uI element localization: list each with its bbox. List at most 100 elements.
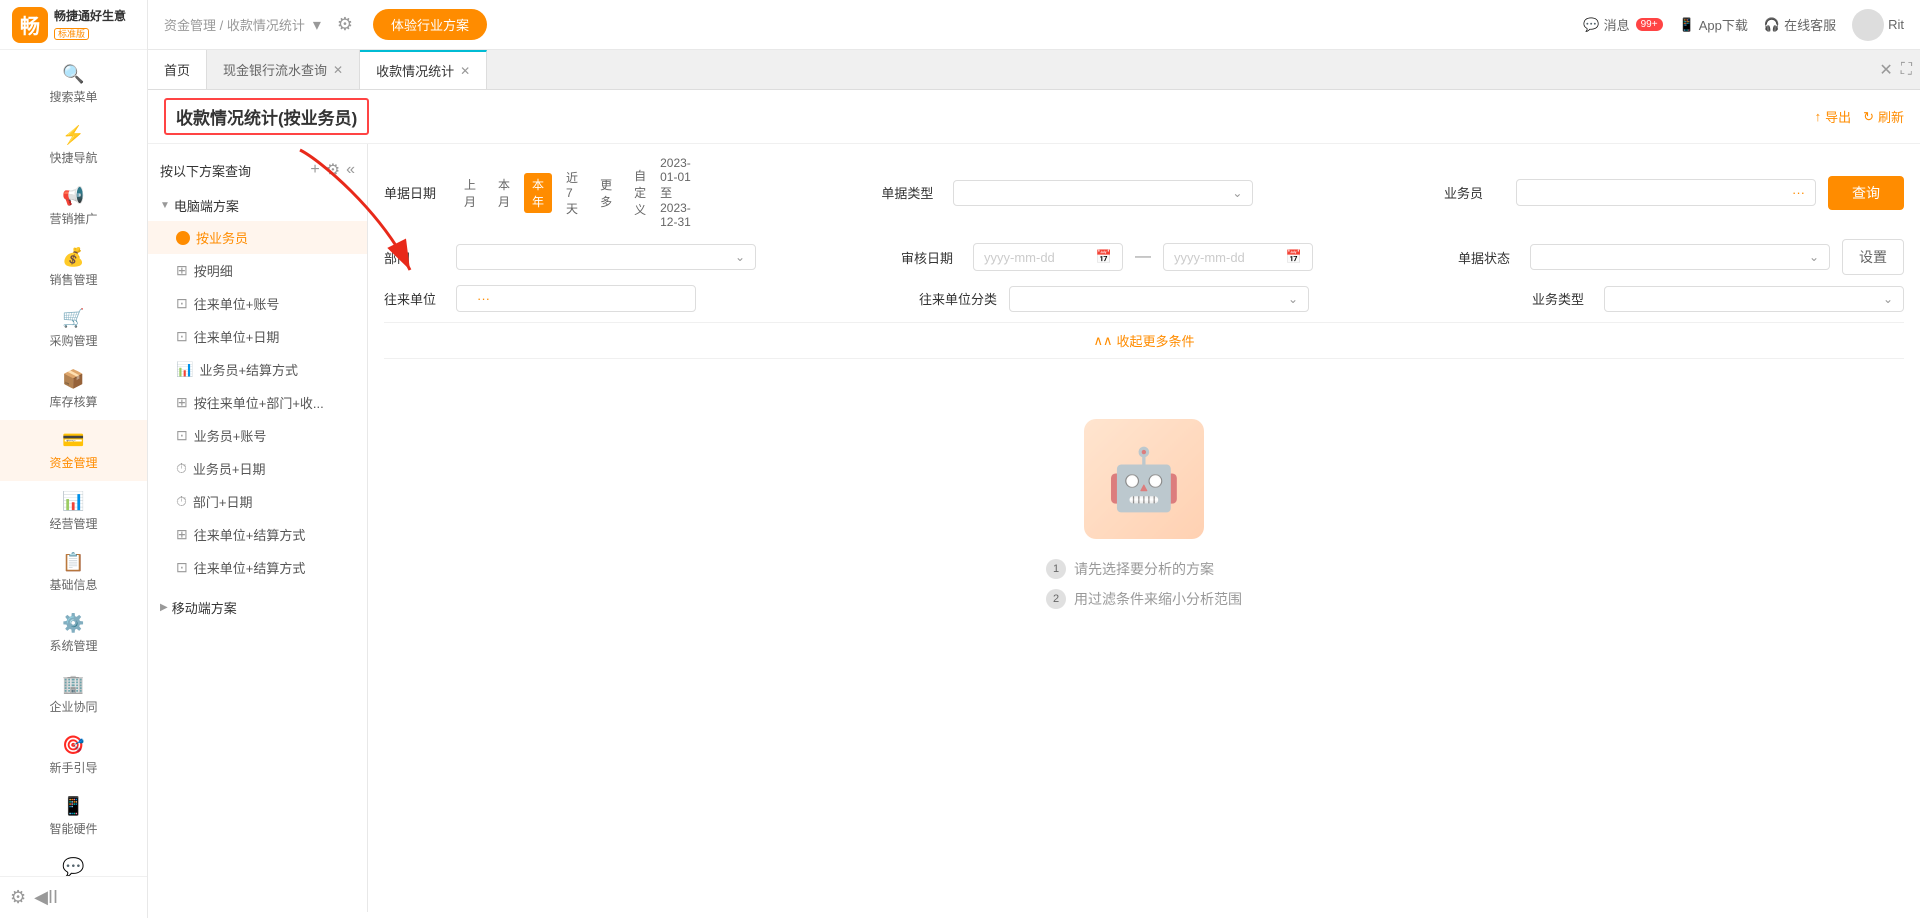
tree-item-dept-date[interactable]: ⏱ 部门+日期 — [148, 485, 367, 518]
sidebar-item-guide[interactable]: 🎯 新手引导 — [0, 725, 147, 786]
settings-scheme-icon[interactable]: ⚙ — [326, 160, 340, 180]
tree-item-salesperson-settlement[interactable]: 📊 业务员+结算方式 — [148, 353, 367, 386]
sidebar-settings-icon[interactable]: ⚙ — [10, 887, 26, 908]
tab-bank-flow-close[interactable]: ✕ — [333, 63, 343, 77]
customer-select[interactable]: ··· — [456, 285, 696, 312]
collapse-panel-icon[interactable]: « — [346, 161, 355, 179]
add-scheme-icon[interactable]: + — [310, 161, 319, 179]
review-date-from-input[interactable]: yyyy-mm-dd 📅 — [973, 243, 1123, 271]
tree-section-desktop: ▼ 电脑端方案 ↻ 按业务员 ⊞ 按明细 ⊡ 往来单位+账号 ⊡ 往来单位+ — [148, 186, 367, 588]
salesperson-date-label: 业务员+日期 — [193, 459, 266, 478]
sidebar-item-sales[interactable]: 💰 销售管理 — [0, 237, 147, 298]
shortcut-last-month[interactable]: 上月 — [456, 173, 484, 213]
tree-section-mobile-header[interactable]: ▶ 移动端方案 — [148, 592, 367, 623]
settings-button[interactable]: 设置 — [1842, 239, 1904, 275]
sidebar-item-inventory[interactable]: 📦 库存核算 — [0, 359, 147, 420]
customer-settlement2-icon: ⊞ — [176, 526, 188, 543]
tab-receipt-stats[interactable]: 收款情况统计 ✕ — [360, 50, 487, 89]
customer-type-select[interactable]: ⌄ — [1009, 286, 1309, 312]
sidebar-item-marketing[interactable]: 📢 营销推广 — [0, 176, 147, 237]
shortcut-more[interactable]: 更多 — [592, 173, 620, 213]
collapse-icon: ∧∧ — [1093, 333, 1112, 349]
salesperson-account-label: 业务员+账号 — [194, 426, 267, 445]
topbar-dropdown-icon[interactable]: ▾ — [313, 15, 321, 35]
salesperson-select[interactable]: ··· — [1516, 179, 1816, 206]
sidebar-item-label: 系统管理 — [49, 637, 97, 654]
sidebar-item-basic[interactable]: 📋 基础信息 — [0, 542, 147, 603]
tab-close-all-icon[interactable]: ✕ — [1879, 60, 1892, 80]
tree-item-customer-account[interactable]: ⊡ 往来单位+账号 — [148, 287, 367, 320]
sidebar-nav: 🔍 搜索菜单 ⚡ 快捷导航 📢 营销推广 💰 销售管理 🛒 采购管理 📦 库存核… — [0, 50, 147, 876]
calendar-icon-from: 📅 — [1096, 249, 1112, 265]
tab-bank-flow[interactable]: 现金银行流水查询 ✕ — [207, 50, 360, 89]
doc-status-select[interactable]: ⌄ — [1530, 244, 1830, 270]
topbar-breadcrumb: 资金管理 / 收款情况统计 — [164, 15, 305, 34]
tree-item-customer-date[interactable]: ⊡ 往来单位+日期 — [148, 320, 367, 353]
customer-more-icon[interactable]: ··· — [477, 291, 490, 306]
tree-item-customer-settlement2[interactable]: ⊞ 往来单位+结算方式 — [148, 518, 367, 551]
business-type-select[interactable]: ⌄ — [1604, 286, 1904, 312]
shortcut-this-year[interactable]: 本年 — [524, 173, 552, 213]
tree-section-mobile-label: 移动端方案 — [172, 598, 237, 617]
sidebar-item-operations[interactable]: 📊 经营管理 — [0, 481, 147, 542]
shortcut-this-month[interactable]: 本月 — [490, 173, 518, 213]
logo-icon: 畅 — [12, 7, 48, 43]
tree-item-by-detail[interactable]: ⊞ 按明细 — [148, 254, 367, 287]
topbar-settings-icon[interactable]: ⚙ — [337, 14, 353, 35]
export-button[interactable]: ↑ 导出 — [1815, 107, 1852, 126]
shortcut-7days[interactable]: 近7天 — [558, 166, 586, 220]
dept-select[interactable]: ⌄ — [456, 244, 756, 270]
filter-area: 单据日期 上月 本月 本年 近7天 更多 自定义 2023-01-01 至 20… — [384, 156, 1904, 359]
doc-status-chevron: ⌄ — [1809, 250, 1819, 264]
customer-account-icon: ⊡ — [176, 295, 188, 312]
by-salesperson-icon: ↻ — [176, 231, 190, 245]
user-avatar[interactable]: Rit — [1852, 9, 1904, 41]
messages-btn[interactable]: 💬 消息 99+ — [1583, 15, 1662, 34]
salesperson-more-icon[interactable]: ··· — [1792, 185, 1805, 200]
doc-type-label: 单据类型 — [881, 183, 941, 202]
sidebar-item-wechat[interactable]: 💬 企业微信 — [0, 847, 147, 876]
tree-item-salesperson-date[interactable]: ⏱ 业务员+日期 — [148, 452, 367, 485]
customer-account-label: 往来单位+账号 — [194, 294, 280, 313]
empty-steps-list: 1 请先选择要分析的方案 2 用过滤条件来缩小分析范围 — [1046, 559, 1242, 619]
trial-button[interactable]: 体验行业方案 — [373, 9, 487, 40]
system-icon: ⚙️ — [62, 613, 84, 634]
tree-arrow-desktop: ▼ — [160, 200, 170, 211]
collapse-bar[interactable]: ∧∧ 收起更多条件 — [384, 322, 1904, 358]
tab-home[interactable]: 首页 — [148, 50, 207, 89]
tree-section-desktop-header[interactable]: ▼ 电脑端方案 — [148, 190, 367, 221]
collapse-label: 收起更多条件 — [1117, 331, 1195, 350]
tree-item-salesperson-account[interactable]: ⊡ 业务员+账号 — [148, 419, 367, 452]
sidebar-item-hardware[interactable]: 📱 智能硬件 — [0, 786, 147, 847]
doc-type-select[interactable]: ⌄ — [953, 180, 1253, 206]
empty-robot-icon: 🤖 — [1084, 419, 1204, 539]
topbar-right: 💬 消息 99+ 📱 App下载 🎧 在线客服 Rit — [1583, 9, 1904, 41]
sidebar-item-label: 搜索菜单 — [49, 88, 97, 105]
online-service-btn[interactable]: 🎧 在线客服 — [1764, 15, 1836, 34]
sidebar-item-purchase[interactable]: 🛒 采购管理 — [0, 298, 147, 359]
sidebar-item-search-menu[interactable]: 🔍 搜索菜单 — [0, 54, 147, 115]
sidebar-collapse-icon[interactable]: ◀II — [34, 887, 58, 908]
tab-expand-icon[interactable]: ⛶ — [1901, 61, 1912, 79]
refresh-button[interactable]: ↻ 刷新 — [1863, 107, 1904, 126]
review-date-to-input[interactable]: yyyy-mm-dd 📅 — [1163, 243, 1313, 271]
enterprise-icon: 🏢 — [62, 674, 84, 695]
tab-receipt-stats-close[interactable]: ✕ — [460, 64, 470, 78]
sidebar-item-label: 经营管理 — [49, 515, 97, 532]
tree-item-customer-settlement3[interactable]: ⊡ 往来单位+结算方式 — [148, 551, 367, 584]
main-content: 收款情况统计(按业务员) ↑ 导出 ↻ 刷新 按以下方案查询 + ⚙ « — [148, 90, 1920, 918]
basic-icon: 📋 — [62, 552, 84, 573]
tree-item-customer-dept-receipt[interactable]: ⊞ 按往来单位+部门+收... — [148, 386, 367, 419]
shortcut-custom[interactable]: 自定义 — [626, 164, 654, 221]
sidebar-item-finance[interactable]: 💳 资金管理 — [0, 420, 147, 481]
sidebar-item-enterprise[interactable]: 🏢 企业协同 — [0, 664, 147, 725]
export-icon: ↑ — [1815, 109, 1822, 124]
sidebar-item-system[interactable]: ⚙️ 系统管理 — [0, 603, 147, 664]
calendar-icon-to: 📅 — [1286, 249, 1302, 265]
business-type-chevron: ⌄ — [1883, 292, 1893, 306]
sidebar-item-quick-nav[interactable]: ⚡ 快捷导航 — [0, 115, 147, 176]
tab-bank-flow-label: 现金银行流水查询 — [223, 60, 327, 79]
app-download-btn[interactable]: 📱 App下载 — [1679, 15, 1748, 34]
query-button[interactable]: 查询 — [1828, 176, 1904, 210]
tree-item-by-salesperson[interactable]: ↻ 按业务员 — [148, 221, 367, 254]
